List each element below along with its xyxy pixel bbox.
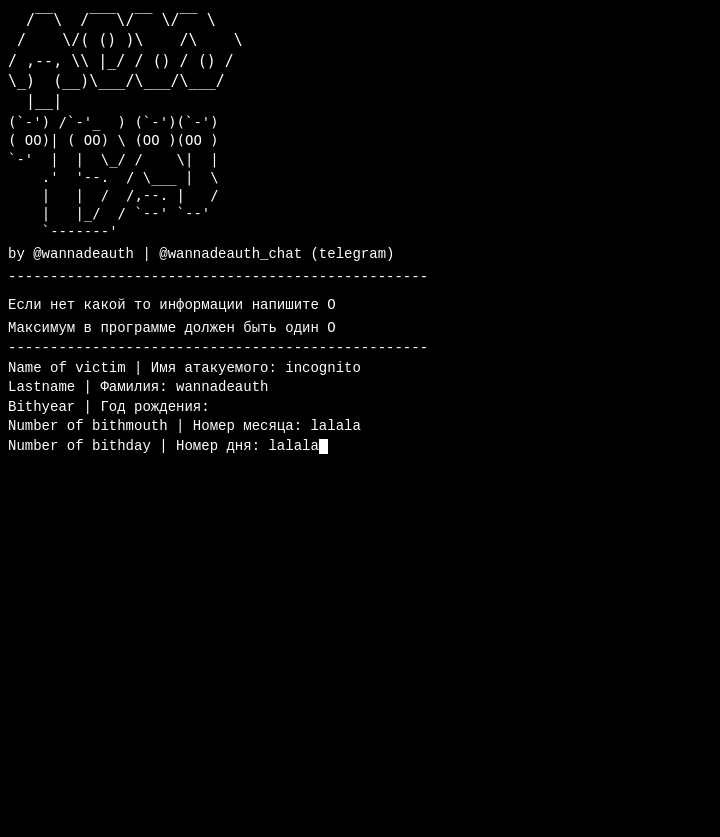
ascii-sub-art: (`-') /`-'_ ) (`-')(`-') ( OO)| ( OO) \ …	[8, 113, 712, 240]
cursor-block	[319, 439, 328, 454]
note-2: Максимум в программе должен быть один O	[8, 319, 712, 339]
separator-2: ----------------------------------------…	[8, 339, 712, 359]
ascii-gem-art: /‾‾\ /‾‾‾\/‾‾ \/‾‾ \ / \/( () )\ /\ \ / …	[8, 10, 712, 111]
field-birthmonth: Number of bithmouth | Номер месяца: lala…	[8, 417, 712, 437]
field-lastname: Lastname | Фамилия: wannadeauth	[8, 378, 712, 398]
field-birthday-text: Number of bithday | Номер дня: lalala	[8, 438, 319, 454]
field-birthyear: Bithyear | Год рождения:	[8, 398, 712, 418]
field-birthday: Number of bithday | Номер дня: lalala	[8, 437, 712, 457]
separator-1: ----------------------------------------…	[8, 268, 712, 288]
by-line: by @wannadeauth | @wannadeauth_chat (tel…	[8, 245, 712, 265]
page-root: /‾‾\ /‾‾‾\/‾‾ \/‾‾ \ / \/( () )\ /\ \ / …	[0, 0, 720, 837]
field-name: Name of victim | Имя атакуемого: incogni…	[8, 359, 712, 379]
note-1: Если нет какой то информации напишите O	[8, 296, 712, 316]
